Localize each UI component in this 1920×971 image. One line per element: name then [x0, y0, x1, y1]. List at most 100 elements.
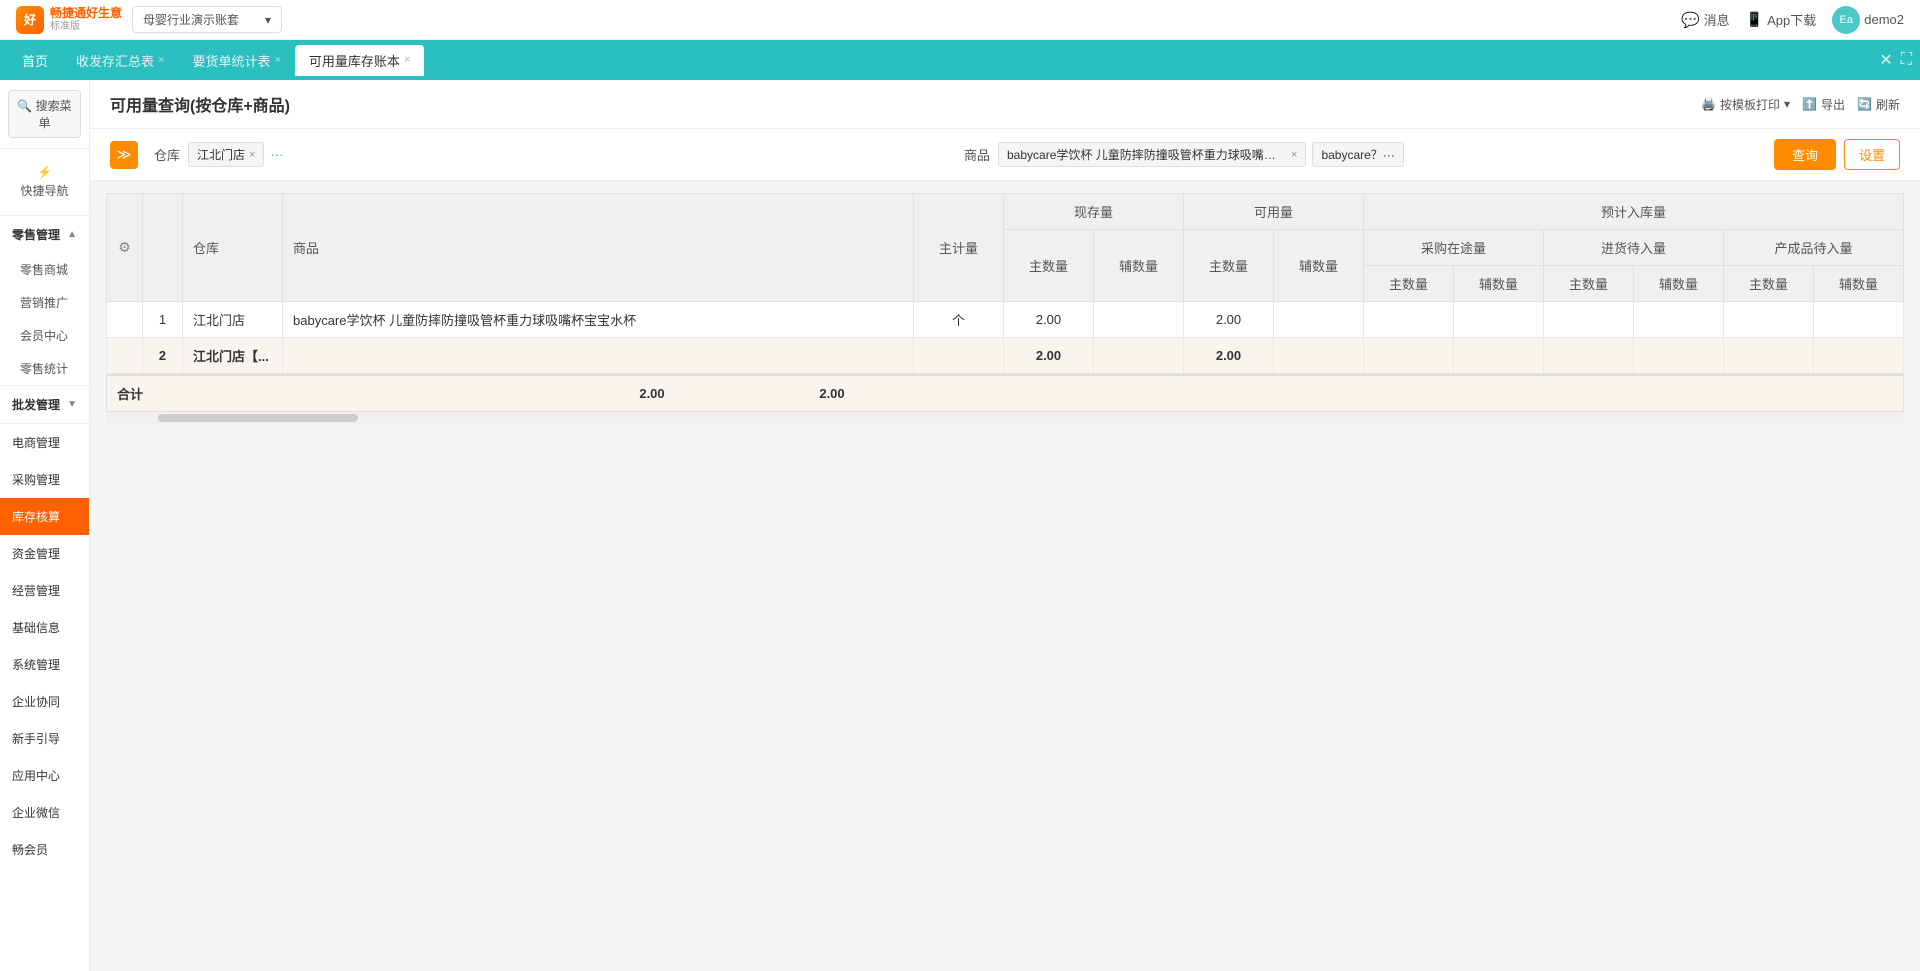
refresh-btn[interactable]: 🔄 刷新 [1857, 96, 1900, 113]
th-inbound-group: 进货待入量 [1544, 230, 1724, 266]
sidebar-item-enterprise-wx[interactable]: 企业微信 [0, 794, 89, 831]
th-inbound-main: 主数量 [1544, 266, 1634, 302]
scroll-thumb[interactable] [158, 414, 358, 422]
sidebar-item-basic-info[interactable]: 基础信息 [0, 609, 89, 646]
sidebar-item-new-guide[interactable]: 新手引导 [0, 720, 89, 757]
th-current-aux: 辅数量 [1094, 230, 1184, 302]
table-container: ⚙ 仓库 商品 主计量 现存量 可用量 预计入库量 主数量 辅数 [90, 181, 1920, 971]
filter-actions: 查询 设置 [1774, 139, 1900, 170]
tab-income-expense-close[interactable]: × [158, 54, 164, 66]
th-available-aux: 辅数量 [1274, 230, 1364, 302]
settings-button[interactable]: 设置 [1844, 139, 1900, 170]
th-available-main: 主数量 [1184, 230, 1274, 302]
sidebar-item-ecommerce[interactable]: 电商管理 [0, 424, 89, 461]
warehouse-tags: 江北门店 × ··· [188, 142, 948, 167]
warehouse-tag-remove[interactable]: × [249, 149, 255, 161]
message-btn[interactable]: 💬 消息 [1681, 10, 1730, 29]
sidebar-item-system[interactable]: 系统管理 [0, 646, 89, 683]
sidebar-item-marketing[interactable]: 营销推广 [0, 286, 89, 319]
top-bar-left: 好 畅捷通好生意 标准版 母婴行业演示账套 ▾ [16, 6, 282, 34]
page-actions: 🖨️ 按模板打印 ▾ ⬆️ 导出 🔄 刷新 [1701, 96, 1900, 113]
tab-income-expense[interactable]: 收发存汇总表 × [62, 45, 178, 76]
th-current-stock-group: 现存量 [1004, 194, 1184, 230]
tab-available-stock-close[interactable]: × [404, 54, 410, 66]
sidebar-item-retail-mall[interactable]: 零售商城 [0, 253, 89, 286]
nav-expand-icon[interactable]: ⛶ [1901, 51, 1912, 69]
filter-group-warehouse: 仓库 江北门店 × ··· [154, 142, 948, 167]
sidebar-item-quick-nav[interactable]: ⚡ 快捷导航 [0, 157, 89, 207]
export-btn[interactable]: ⬆️ 导出 [1802, 96, 1845, 113]
table-scrollbar[interactable] [106, 412, 1904, 424]
sidebar-nav: ⚡ 快捷导航 [0, 149, 89, 216]
nav-tabs-right: ✕ ⛶ [1879, 50, 1912, 70]
sidebar-item-member[interactable]: 畅会员 [0, 831, 89, 868]
warehouse-more[interactable]: ··· [270, 147, 283, 162]
sidebar-item-ops[interactable]: 经营管理 [0, 572, 89, 609]
top-bar-right: 💬 消息 📱 App下载 Ea demo2 [1681, 6, 1904, 34]
nav-tabs: 首页 收发存汇总表 × 要货单统计表 × 可用量库存账本 × ✕ ⛶ [0, 40, 1920, 80]
sidebar: 🔍 搜索菜单 ⚡ 快捷导航 零售管理 ▲ 零售商城 营销推广 会员中心 [0, 80, 90, 971]
product-tag-1-remove[interactable]: × [1291, 149, 1297, 161]
product-label: 商品 [964, 145, 990, 164]
th-purchase-group: 采购在途量 [1364, 230, 1544, 266]
filter-group-product: 商品 babycare学饮杯 儿童防摔防撞吸管杯重力球吸嘴杯宝宝水杯 × bab… [964, 142, 1758, 167]
avatar: Ea [1832, 6, 1860, 34]
th-gear: ⚙ [107, 194, 143, 302]
warehouse-label: 仓库 [154, 145, 180, 164]
industry-selector[interactable]: 母婴行业演示账套 ▾ [132, 6, 282, 33]
page-header: 可用量查询(按仓库+商品) 🖨️ 按模板打印 ▾ ⬆️ 导出 🔄 刷新 [90, 80, 1920, 129]
product-tags: babycare学饮杯 儿童防摔防撞吸管杯重力球吸嘴杯宝宝水杯 × babyca… [998, 142, 1758, 167]
print-btn[interactable]: 🖨️ 按模板打印 ▾ [1701, 96, 1790, 113]
sidebar-section-wholesale: 批发管理 ▼ [0, 386, 89, 424]
query-button[interactable]: 查询 [1774, 139, 1836, 170]
th-product: 商品 [283, 194, 914, 302]
filter-bar: ≫ 仓库 江北门店 × ··· 商品 babycare学饮杯 儿童防摔防撞吸管杯… [90, 129, 1920, 181]
main-layout: 🔍 搜索菜单 ⚡ 快捷导航 零售管理 ▲ 零售商城 营销推广 会员中心 [0, 80, 1920, 971]
sidebar-item-inventory[interactable]: 库存核算 [0, 498, 89, 535]
th-current-main: 主数量 [1004, 230, 1094, 302]
warehouse-tag[interactable]: 江北门店 × [188, 142, 264, 167]
sidebar-item-retail-mgmt[interactable]: 零售管理 ▲ [0, 216, 89, 253]
data-table: ⚙ 仓库 商品 主计量 现存量 可用量 预计入库量 主数量 辅数 [106, 193, 1904, 374]
product-tag-1[interactable]: babycare学饮杯 儿童防摔防撞吸管杯重力球吸嘴杯宝宝水杯 × [998, 142, 1306, 167]
logo-area: 好 畅捷通好生意 标准版 [16, 6, 122, 34]
sidebar-item-enterprise-coop[interactable]: 企业协同 [0, 683, 89, 720]
logo-icon: 好 [16, 6, 44, 34]
tab-order-stats[interactable]: 要货单统计表 × [178, 45, 294, 76]
nav-close-icon[interactable]: ✕ [1879, 50, 1892, 70]
sidebar-item-wholesale-mgmt[interactable]: 批发管理 ▼ [0, 386, 89, 423]
user-menu[interactable]: Ea demo2 [1832, 6, 1904, 34]
sidebar-section-retail: 零售管理 ▲ 零售商城 营销推广 会员中心 零售统计 [0, 216, 89, 386]
tab-order-stats-close[interactable]: × [274, 54, 280, 66]
top-bar: 好 畅捷通好生意 标准版 母婴行业演示账套 ▾ 💬 消息 📱 App下载 Ea … [0, 0, 1920, 40]
th-production-aux: 辅数量 [1814, 266, 1904, 302]
th-production-group: 产成品待入量 [1724, 230, 1904, 266]
footer-available-main: 2.00 [787, 386, 877, 401]
th-inbound-aux: 辅数量 [1634, 266, 1724, 302]
th-no [143, 194, 183, 302]
content-area: 可用量查询(按仓库+商品) 🖨️ 按模板打印 ▾ ⬆️ 导出 🔄 刷新 ≫ [90, 80, 1920, 971]
sidebar-item-finance[interactable]: 资金管理 [0, 535, 89, 572]
th-estimated-group: 预计入库量 [1364, 194, 1904, 230]
product-tag-2[interactable]: babycare？··· [1312, 142, 1403, 167]
sidebar-item-member-center[interactable]: 会员中心 [0, 319, 89, 352]
logo-text: 畅捷通好生意 标准版 [50, 6, 122, 32]
sidebar-item-app-center[interactable]: 应用中心 [0, 757, 89, 794]
th-available-group: 可用量 [1184, 194, 1364, 230]
th-purchase-main: 主数量 [1364, 266, 1454, 302]
table-row: 1江北门店babycare学饮杯 儿童防摔防撞吸管杯重力球吸嘴杯宝宝水杯个2.0… [107, 302, 1904, 338]
tab-home[interactable]: 首页 [8, 45, 62, 76]
search-menu-btn[interactable]: 🔍 搜索菜单 [8, 90, 81, 138]
app-download-btn[interactable]: 📱 App下载 [1746, 10, 1817, 29]
sidebar-search: 🔍 搜索菜单 [0, 80, 89, 149]
footer-current-main: 2.00 [607, 386, 697, 401]
th-unit: 主计量 [914, 194, 1004, 302]
page-title: 可用量查询(按仓库+商品) [110, 92, 290, 116]
footer-label: 合计 [107, 376, 607, 411]
gear-icon[interactable]: ⚙ [118, 239, 131, 255]
tab-available-stock[interactable]: 可用量库存账本 × [295, 45, 424, 76]
sidebar-item-retail-stats[interactable]: 零售统计 [0, 352, 89, 385]
sidebar-item-purchase[interactable]: 采购管理 [0, 461, 89, 498]
table-footer: 合计 2.00 2.00 [106, 374, 1904, 412]
filter-expand-btn[interactable]: ≫ [110, 141, 138, 169]
